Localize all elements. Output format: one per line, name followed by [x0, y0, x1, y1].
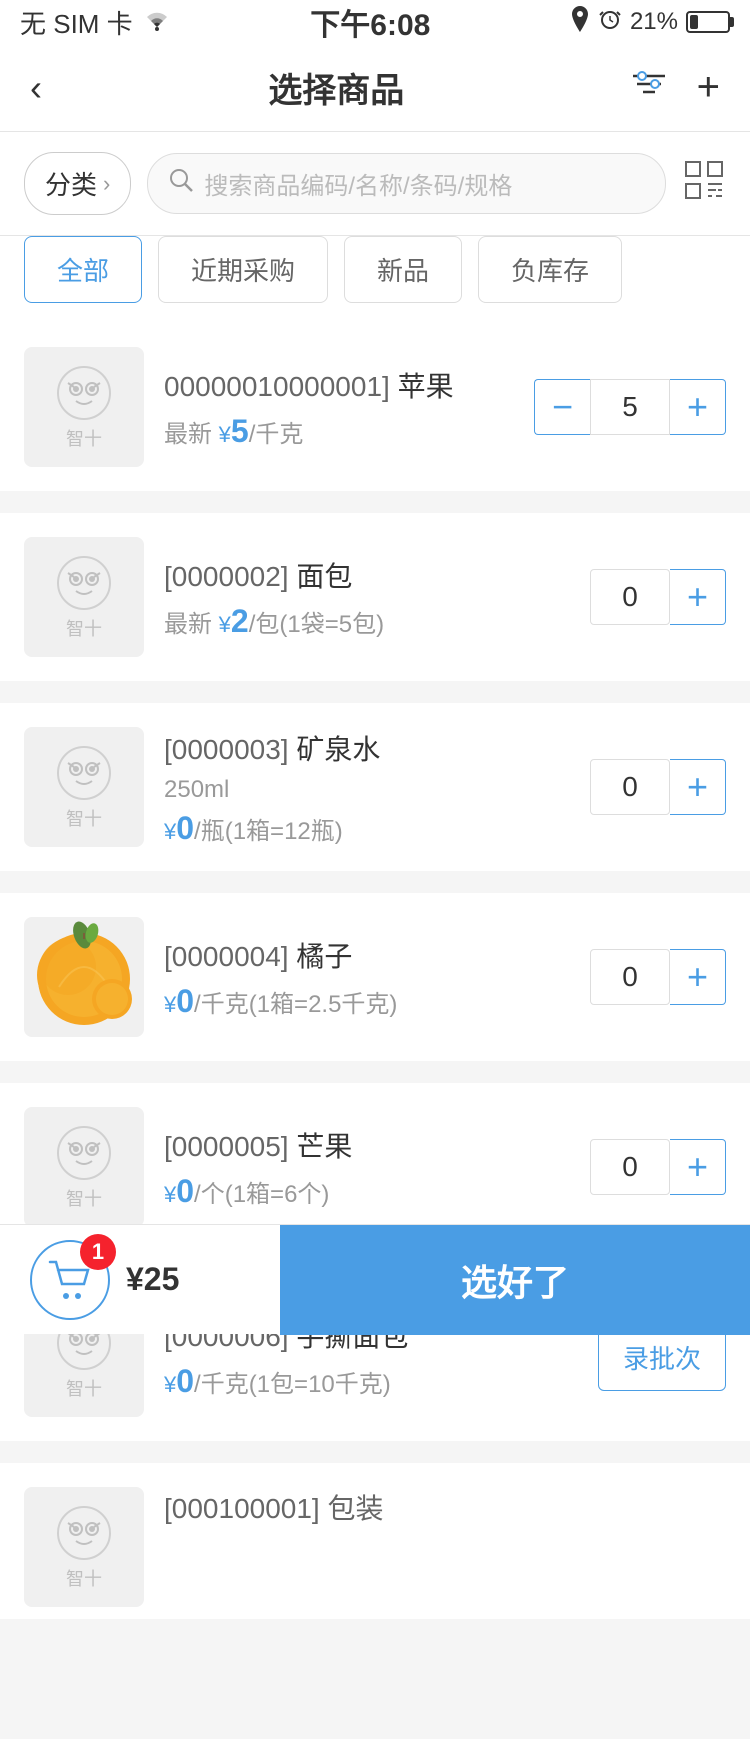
product-image: 智十 [24, 1487, 144, 1607]
product-info: [0000005] 芒果 ¥0/个(1箱=6个) [164, 1125, 570, 1210]
quantity-input[interactable] [590, 949, 670, 1005]
battery-icon [686, 11, 730, 33]
quantity-control: + [590, 759, 726, 815]
location-icon [570, 6, 590, 39]
product-name: [000100001] 包装 [164, 1487, 726, 1527]
confirm-button[interactable]: 选好了 [280, 1225, 750, 1335]
category-button[interactable]: 分类 › [24, 152, 131, 215]
placeholder-logo: 智十 [54, 743, 114, 831]
tab-recent[interactable]: 近期采购 [158, 236, 328, 303]
status-bar: 无 SIM 卡 下午6:08 21% [0, 0, 750, 44]
quantity-decrease-button[interactable]: − [534, 379, 590, 435]
quantity-increase-button[interactable]: + [670, 569, 726, 625]
filter-bar: 分类 › 搜索商品编码/名称/条码/规格 [0, 132, 750, 236]
search-icon [168, 167, 194, 200]
battery-percent: 21% [630, 8, 678, 36]
wifi-icon [143, 7, 171, 38]
placeholder-logo: 智十 [54, 553, 114, 641]
placeholder-logo: 智十 [54, 363, 114, 451]
list-item: 智十 [000100001] 包装 [0, 1463, 750, 1619]
quantity-input[interactable] [590, 759, 670, 815]
quantity-control: − + [534, 379, 726, 435]
alarm-icon [598, 7, 622, 38]
scan-icon[interactable] [682, 158, 726, 210]
quantity-increase-button[interactable]: + [670, 1139, 726, 1195]
product-image [24, 917, 144, 1037]
quantity-increase-button[interactable]: + [670, 379, 726, 435]
orange-image [24, 917, 144, 1037]
tab-negative-stock[interactable]: 负库存 [478, 236, 622, 303]
back-button[interactable]: ‹ [30, 67, 42, 109]
chevron-right-icon: › [103, 171, 110, 197]
quantity-increase-button[interactable]: + [670, 759, 726, 815]
product-name: 00000010000001] 苹果 [164, 365, 514, 405]
product-name: [0000003] 矿泉水 [164, 728, 570, 768]
cart-button[interactable]: 1 [30, 1240, 110, 1320]
list-item: 智十 00000010000001] 苹果 最新 ¥5/千克 − + [0, 323, 750, 491]
product-info: [000100001] 包装 [164, 1487, 726, 1535]
product-price: ¥0/瓶(1箱=12瓶) [164, 810, 570, 847]
list-item: 智十 [0000002] 面包 最新 ¥2/包(1袋=5包) + [0, 513, 750, 681]
product-info: [0000004] 橘子 ¥0/千克(1箱=2.5千克) [164, 935, 570, 1020]
product-image: 智十 [24, 727, 144, 847]
cart-badge: 1 [80, 1234, 116, 1270]
product-name: [0000002] 面包 [164, 555, 570, 595]
placeholder-logo: 智十 [54, 1123, 114, 1211]
search-placeholder: 搜索商品编码/名称/条码/规格 [204, 166, 512, 201]
product-info: 00000010000001] 苹果 最新 ¥5/千克 [164, 365, 514, 450]
quantity-control: + [590, 1139, 726, 1195]
status-right: 21% [570, 6, 730, 39]
product-info: [0000003] 矿泉水 250ml ¥0/瓶(1箱=12瓶) [164, 728, 570, 847]
product-price: ¥0/个(1箱=6个) [164, 1173, 570, 1210]
product-price: 最新 ¥5/千克 [164, 413, 514, 450]
list-item: [0000004] 橘子 ¥0/千克(1箱=2.5千克) + [0, 893, 750, 1061]
tab-all[interactable]: 全部 [24, 236, 142, 303]
product-price: 最新 ¥2/包(1袋=5包) [164, 603, 570, 640]
add-icon[interactable]: + [697, 65, 720, 110]
quantity-input[interactable] [590, 1139, 670, 1195]
product-price: ¥0/千克(1包=10千克) [164, 1363, 578, 1400]
cart-total: ¥25 [126, 1261, 179, 1298]
tab-new[interactable]: 新品 [344, 236, 462, 303]
filter-icon[interactable] [631, 68, 667, 108]
product-info: [0000002] 面包 最新 ¥2/包(1袋=5包) [164, 555, 570, 640]
bottom-bar: 1 ¥25 选好了 [0, 1224, 750, 1334]
nav-bar: ‹ 选择商品 + [0, 44, 750, 132]
status-left: 无 SIM 卡 [20, 4, 171, 41]
product-spec: 250ml [164, 776, 570, 804]
tab-bar: 全部 近期采购 新品 负库存 [0, 236, 750, 323]
quantity-control: + [590, 569, 726, 625]
nav-right-actions: + [631, 65, 720, 110]
product-image: 智十 [24, 1107, 144, 1227]
product-image: 智十 [24, 537, 144, 657]
quantity-increase-button[interactable]: + [670, 949, 726, 1005]
search-box[interactable]: 搜索商品编码/名称/条码/规格 [147, 153, 666, 214]
product-name: [0000005] 芒果 [164, 1125, 570, 1165]
quantity-input[interactable] [590, 569, 670, 625]
product-list: 智十 00000010000001] 苹果 最新 ¥5/千克 − + [0, 323, 750, 1739]
product-price: ¥0/千克(1箱=2.5千克) [164, 983, 570, 1020]
carrier-label: 无 SIM 卡 [20, 4, 133, 41]
quantity-input[interactable] [590, 379, 670, 435]
cart-area: 1 ¥25 [0, 1240, 280, 1320]
placeholder-logo: 智十 [54, 1503, 114, 1591]
product-name: [0000004] 橘子 [164, 935, 570, 975]
page-title: 选择商品 [268, 63, 404, 112]
status-time: 下午6:08 [310, 0, 430, 44]
product-image: 智十 [24, 347, 144, 467]
list-item: 智十 [0000003] 矿泉水 250ml ¥0/瓶(1箱=12瓶) + [0, 703, 750, 871]
quantity-control: + [590, 949, 726, 1005]
